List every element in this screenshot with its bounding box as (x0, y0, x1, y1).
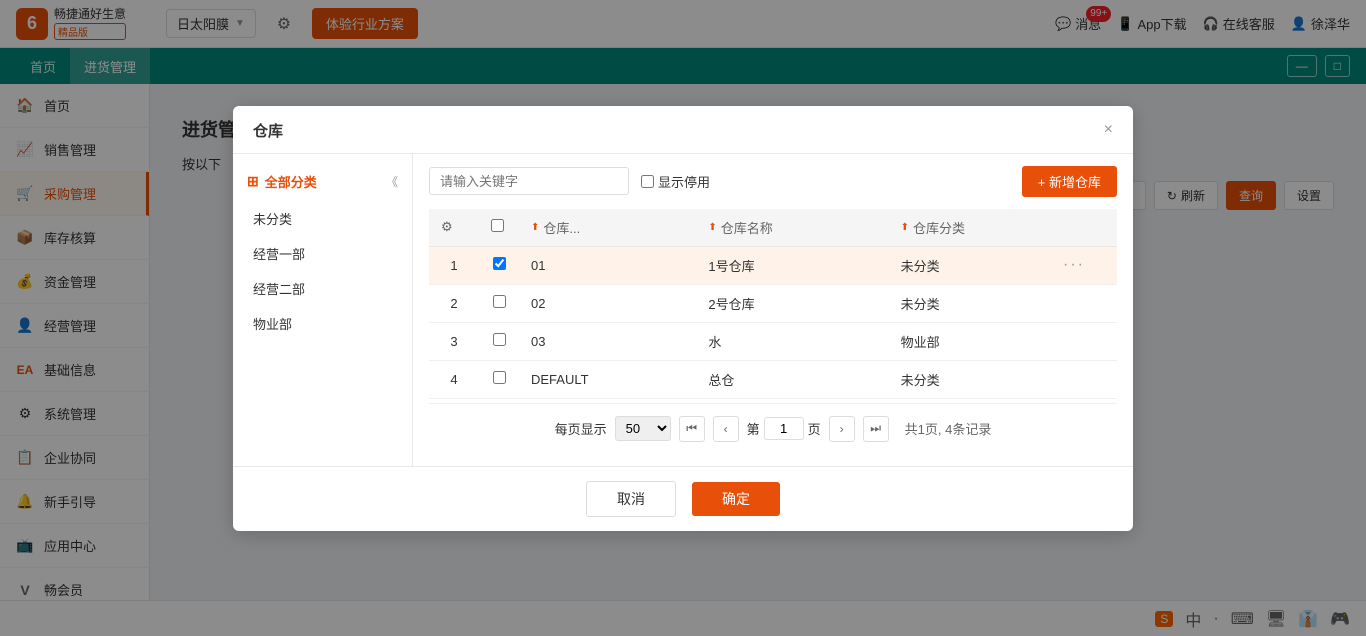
sort-icon-name: ⬆ (708, 222, 716, 233)
category-header: ⊞ 全部分类 《 (233, 166, 412, 201)
page-prefix-label: 第 (747, 419, 760, 438)
first-page-button[interactable]: ⏮ (679, 416, 705, 442)
row-code: 01 (519, 246, 696, 284)
add-warehouse-button[interactable]: + 新增仓库 (1022, 166, 1117, 197)
cancel-button[interactable]: 取消 (586, 481, 676, 517)
table-row: 3 03 水 物业部 (429, 322, 1117, 360)
table-body: 1 01 1号仓库 未分类 ··· 2 02 2号仓库 未分类 3 03 水 物… (429, 246, 1117, 398)
category-all-label: 全部分类 (265, 172, 317, 191)
th-code: ⬆ 仓库... (519, 209, 696, 247)
category-item-uncategorized[interactable]: 未分类 (233, 201, 412, 236)
th-name: ⬆ 仓库名称 (696, 209, 888, 247)
row-checkbox[interactable] (493, 257, 506, 270)
dialog-close-button[interactable]: × (1104, 122, 1113, 138)
th-setting: ⚙ (429, 209, 479, 247)
table-row: 4 DEFAULT 总仓 未分类 (429, 360, 1117, 398)
page-size-select[interactable]: 50 20 100 (615, 416, 671, 441)
category-item-property[interactable]: 物业部 (233, 306, 412, 341)
row-code: 02 (519, 284, 696, 322)
row-name: 1号仓库 (696, 246, 888, 284)
row-category: 物业部 (889, 322, 1117, 360)
th-category: ⬆ 仓库分类 (889, 209, 1117, 247)
dialog-header: 仓库 × (233, 106, 1133, 154)
table-container: ⚙ ⬆ 仓库... (429, 209, 1117, 399)
prev-page-button[interactable]: ‹ (713, 416, 739, 442)
category-panel: ⊞ 全部分类 《 未分类 经营一部 经营二部 物业部 (233, 154, 413, 466)
show-disabled-label[interactable]: 显示停用 (641, 172, 710, 191)
page-unit-label: 页 (808, 419, 821, 438)
row-num: 1 (429, 246, 479, 284)
th-checkbox (479, 209, 519, 247)
table-row: 2 02 2号仓库 未分类 (429, 284, 1117, 322)
category-item-ops1[interactable]: 经营一部 (233, 236, 412, 271)
table-panel: 🔍 显示停用 + 新增仓库 (413, 154, 1133, 466)
dialog-overlay: 仓库 × ⊞ 全部分类 《 未分类 经营一部 (0, 0, 1366, 636)
last-page-button[interactable]: ⏭ (863, 416, 889, 442)
table-row: 1 01 1号仓库 未分类 ··· (429, 246, 1117, 284)
search-button[interactable]: 🔍 (626, 168, 629, 194)
setting-icon: ⚙ (441, 219, 453, 234)
dialog-body: ⊞ 全部分类 《 未分类 经营一部 经营二部 物业部 (233, 154, 1133, 466)
category-all-item[interactable]: ⊞ 全部分类 (247, 172, 317, 191)
row-category: 未分类 ··· (889, 246, 1117, 284)
warehouse-dialog: 仓库 × ⊞ 全部分类 《 未分类 经营一部 (233, 106, 1133, 531)
toolbar-left: 🔍 显示停用 (429, 167, 710, 195)
next-page-button[interactable]: › (829, 416, 855, 442)
dialog-title: 仓库 (253, 120, 283, 141)
row-checkbox-cell (479, 246, 519, 284)
row-category: 未分类 (889, 284, 1117, 322)
show-disabled-checkbox[interactable] (641, 175, 654, 188)
collapse-button[interactable]: 《 (386, 173, 398, 190)
confirm-button[interactable]: 确定 (692, 482, 780, 516)
row-checkbox-cell (479, 322, 519, 360)
search-input[interactable] (430, 169, 626, 194)
row-checkbox-cell (479, 360, 519, 398)
row-checkbox-cell (479, 284, 519, 322)
table-header: ⚙ ⬆ 仓库... (429, 209, 1117, 247)
category-item-ops2[interactable]: 经营二部 (233, 271, 412, 306)
per-page-label: 每页显示 (555, 419, 607, 438)
page-number-input[interactable] (764, 417, 804, 440)
sort-icon-cat: ⬆ (901, 222, 909, 233)
row-checkbox[interactable] (493, 371, 506, 384)
row-checkbox[interactable] (493, 295, 506, 308)
row-name: 总仓 (696, 360, 888, 398)
grid-icon: ⊞ (247, 173, 259, 190)
select-all-checkbox[interactable] (491, 219, 504, 232)
table-toolbar: 🔍 显示停用 + 新增仓库 (429, 166, 1117, 197)
row-num: 4 (429, 360, 479, 398)
row-actions[interactable]: ··· (1063, 256, 1085, 274)
page-input-wrap: 第 页 (747, 417, 821, 440)
row-name: 水 (696, 322, 888, 360)
row-code: 03 (519, 322, 696, 360)
header-row: ⚙ ⬆ 仓库... (429, 209, 1117, 247)
row-num: 3 (429, 322, 479, 360)
dialog-footer: 取消 确定 (233, 466, 1133, 531)
row-name: 2号仓库 (696, 284, 888, 322)
row-category: 未分类 (889, 360, 1117, 398)
page-total: 共1页, 4条记录 (905, 419, 992, 438)
pagination-bar: 每页显示 50 20 100 ⏮ ‹ 第 页 › ⏭ 共1页, 4 (429, 403, 1117, 454)
warehouse-table: ⚙ ⬆ 仓库... (429, 209, 1117, 399)
row-num: 2 (429, 284, 479, 322)
row-checkbox[interactable] (493, 333, 506, 346)
sort-icon: ⬆ (531, 222, 539, 233)
row-code: DEFAULT (519, 360, 696, 398)
search-box: 🔍 (429, 167, 629, 195)
